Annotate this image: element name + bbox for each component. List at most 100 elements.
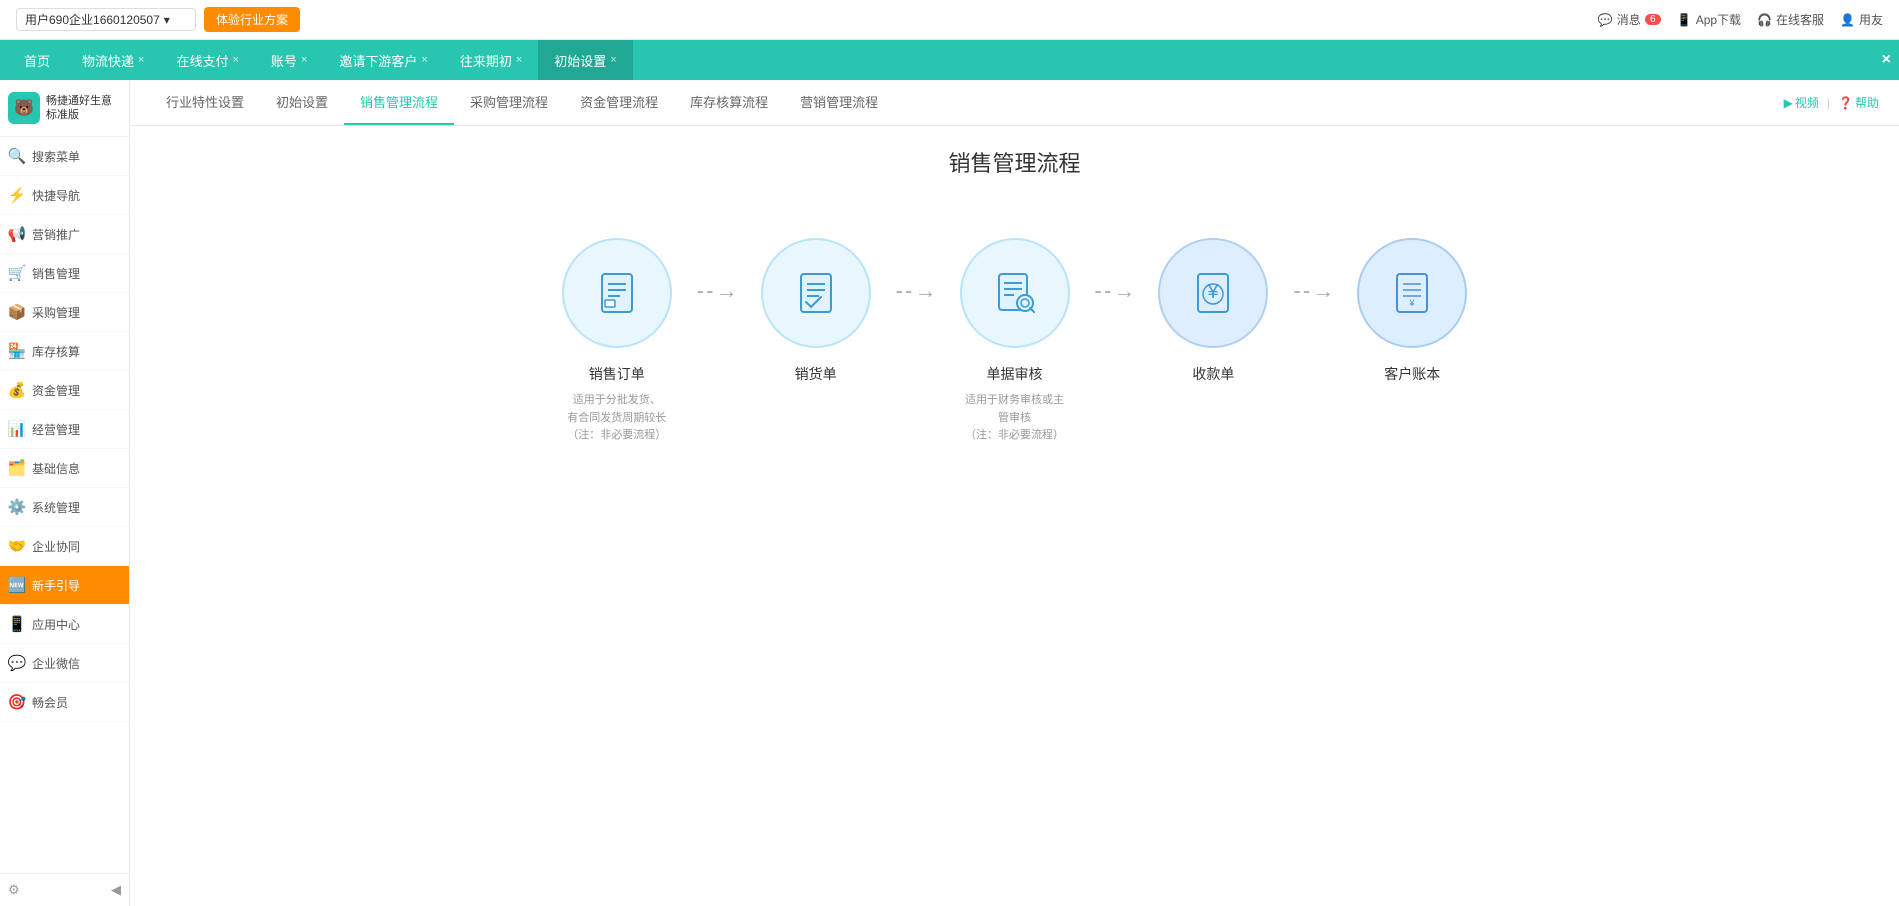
flow-step-3-desc: 适用于财务审核或主管审核（注：非必要流程） [965,392,1064,445]
flow-step-1: 销售订单 适用于分批发货、有合同发货周期较长（注：非必要流程） [537,238,697,445]
flow-step-3-label: 单据审核 [987,364,1043,384]
nav-period[interactable]: 往来期初 × [444,40,538,80]
sidebar-item-appstore[interactable]: 📱 应用中心 [0,605,129,644]
sidebar-settings-icon[interactable]: ⚙ [8,882,20,898]
video-link[interactable]: ▶ 视频 [1784,94,1819,111]
subtab-initial-label: 初始设置 [276,95,328,110]
sub-tabs-right: ▶ 视频 | ❓ 帮助 [1784,94,1879,111]
trial-button[interactable]: 体验行业方案 [204,7,300,32]
message-icon: 💬 [1598,13,1613,27]
sidebar-item-enterprise[interactable]: 🤝 企业协同 [0,527,129,566]
message-item[interactable]: 💬 消息 6 [1598,11,1661,28]
sidebar-collapse-icon[interactable]: ◀ [111,882,121,898]
sidebar-finance-label: 资金管理 [32,382,80,399]
nav-init[interactable]: 初始设置 × [538,40,632,80]
flow-step-4-label: 收款单 [1192,364,1234,384]
nav-period-label: 往来期初 [460,51,512,70]
sidebar-item-wechat[interactable]: 💬 企业微信 [0,644,129,683]
sidebar-marketing-label: 营销推广 [32,226,80,243]
online-service-label: 在线客服 [1776,11,1824,28]
subtab-finance-flow[interactable]: 资金管理流程 [564,80,674,125]
sidebar-inventory-label: 库存核算 [32,343,80,360]
nav-logistics-close[interactable]: × [138,54,144,66]
enterprise-icon: 🤝 [8,537,26,555]
message-label: 消息 [1617,11,1641,28]
flow-step-5: ¥ 客户账本 [1332,238,1492,392]
sidebar-item-guide[interactable]: 🆕 新手引导 [0,566,129,605]
flow-arrow-3: - - → [1095,238,1134,304]
member-icon: 🎯 [8,693,26,711]
subtab-inventory-flow[interactable]: 库存核算流程 [674,80,784,125]
appstore-icon: 📱 [8,615,26,633]
system-icon: ⚙️ [8,498,26,516]
sidebar-item-purchase[interactable]: 📦 采购管理 [0,293,129,332]
content-area: 行业特性设置 初始设置 销售管理流程 采购管理流程 资金管理流程 库存核算流程 … [130,80,1899,906]
app-download-label: App下载 [1696,11,1741,28]
subtab-marketing-flow[interactable]: 营销管理流程 [784,80,894,125]
sidebar-item-marketing[interactable]: 📢 营销推广 [0,215,129,254]
sidebar-item-quicknav[interactable]: ⚡ 快捷导航 [0,176,129,215]
nav-payment-close[interactable]: × [232,54,238,66]
logo-text: 畅捷通好生意 标准版 [46,94,112,123]
top-bar: 用户690企业1660120507 ▾ 体验行业方案 💬 消息 6 📱 App下… [0,0,1899,40]
nav-period-close[interactable]: × [516,54,522,66]
sidebar-item-management[interactable]: 📊 经营管理 [0,410,129,449]
help-link[interactable]: ❓ 帮助 [1838,94,1879,111]
sidebar-item-finance[interactable]: 💰 资金管理 [0,371,129,410]
question-icon: ❓ [1838,96,1853,110]
sidebar-quicknav-label: 快捷导航 [32,187,80,204]
user-name-label: 用友 [1859,11,1883,28]
nav-account-close[interactable]: × [301,54,307,66]
subtab-inventory-flow-label: 库存核算流程 [690,95,768,110]
logo-icon: 🐻 [8,92,40,124]
app-download-item[interactable]: 📱 App下载 [1677,11,1741,28]
user-selector[interactable]: 用户690企业1660120507 ▾ [16,8,196,31]
nav-bar: 首页 物流快递 × 在线支付 × 账号 × 邀请下游客户 × 往来期初 × 初始… [0,40,1899,80]
flow-diagram: 销售订单 适用于分批发货、有合同发货周期较长（注：非必要流程） - - → [150,238,1879,445]
sidebar-item-sales[interactable]: 🛒 销售管理 [0,254,129,293]
flow-step-5-label: 客户账本 [1384,364,1440,384]
sidebar-item-search[interactable]: 🔍 搜索菜单 [0,137,129,176]
nav-home[interactable]: 首页 [8,40,66,80]
online-service-item[interactable]: 🎧 在线客服 [1757,11,1824,28]
page-content: 销售管理流程 销售订单 适用于分批发货、有合同 [130,126,1899,906]
nav-account[interactable]: 账号 × [255,40,323,80]
basic-icon: 🗂️ [8,459,26,477]
sidebar-search-label: 搜索菜单 [32,148,80,165]
sidebar-guide-label: 新手引导 [32,577,80,594]
sidebar: 🐻 畅捷通好生意 标准版 🔍 搜索菜单 ⚡ 快捷导航 📢 营销推广 🛒 销售管理… [0,80,130,906]
subtab-initial[interactable]: 初始设置 [260,80,344,125]
nav-invite[interactable]: 邀请下游客户 × [323,40,443,80]
sidebar-item-member[interactable]: 🎯 畅会员 [0,683,129,722]
flow-step-3: 单据审核 适用于财务审核或主管审核（注：非必要流程） [935,238,1095,445]
sales-icon: 🛒 [8,264,26,282]
subtab-marketing-flow-label: 营销管理流程 [800,95,878,110]
sidebar-item-inventory[interactable]: 🏪 库存核算 [0,332,129,371]
logo-line1: 畅捷通好生意 [46,94,112,108]
nav-logistics[interactable]: 物流快递 × [66,40,160,80]
nav-logistics-label: 物流快递 [82,51,134,70]
flow-step-4: ¥ 收款单 [1133,238,1293,392]
user-item[interactable]: 👤 用友 [1840,11,1883,28]
nav-init-close[interactable]: × [610,54,616,66]
subtab-purchase-flow[interactable]: 采购管理流程 [454,80,564,125]
subtab-sales-flow-label: 销售管理流程 [360,95,438,110]
subtab-industry[interactable]: 行业特性设置 [150,80,260,125]
nav-init-label: 初始设置 [554,51,606,70]
sidebar-appstore-label: 应用中心 [32,616,80,633]
sidebar-item-system[interactable]: ⚙️ 系统管理 [0,488,129,527]
nav-close-all-button[interactable]: × [1882,51,1891,69]
subtab-sales-flow[interactable]: 销售管理流程 [344,80,454,125]
nav-payment[interactable]: 在线支付 × [160,40,254,80]
headset-icon: 🎧 [1757,13,1772,27]
video-label: 视频 [1795,94,1819,111]
logo-line2: 标准版 [46,108,112,122]
flow-step-1-label: 销售订单 [589,364,645,384]
sidebar-item-basic[interactable]: 🗂️ 基础信息 [0,449,129,488]
nav-invite-label: 邀请下游客户 [339,51,417,70]
finance-icon: 💰 [8,381,26,399]
subtab-industry-label: 行业特性设置 [166,95,244,110]
inventory-icon: 🏪 [8,342,26,360]
sidebar-logo: 🐻 畅捷通好生意 标准版 [0,80,129,137]
nav-invite-close[interactable]: × [421,54,427,66]
